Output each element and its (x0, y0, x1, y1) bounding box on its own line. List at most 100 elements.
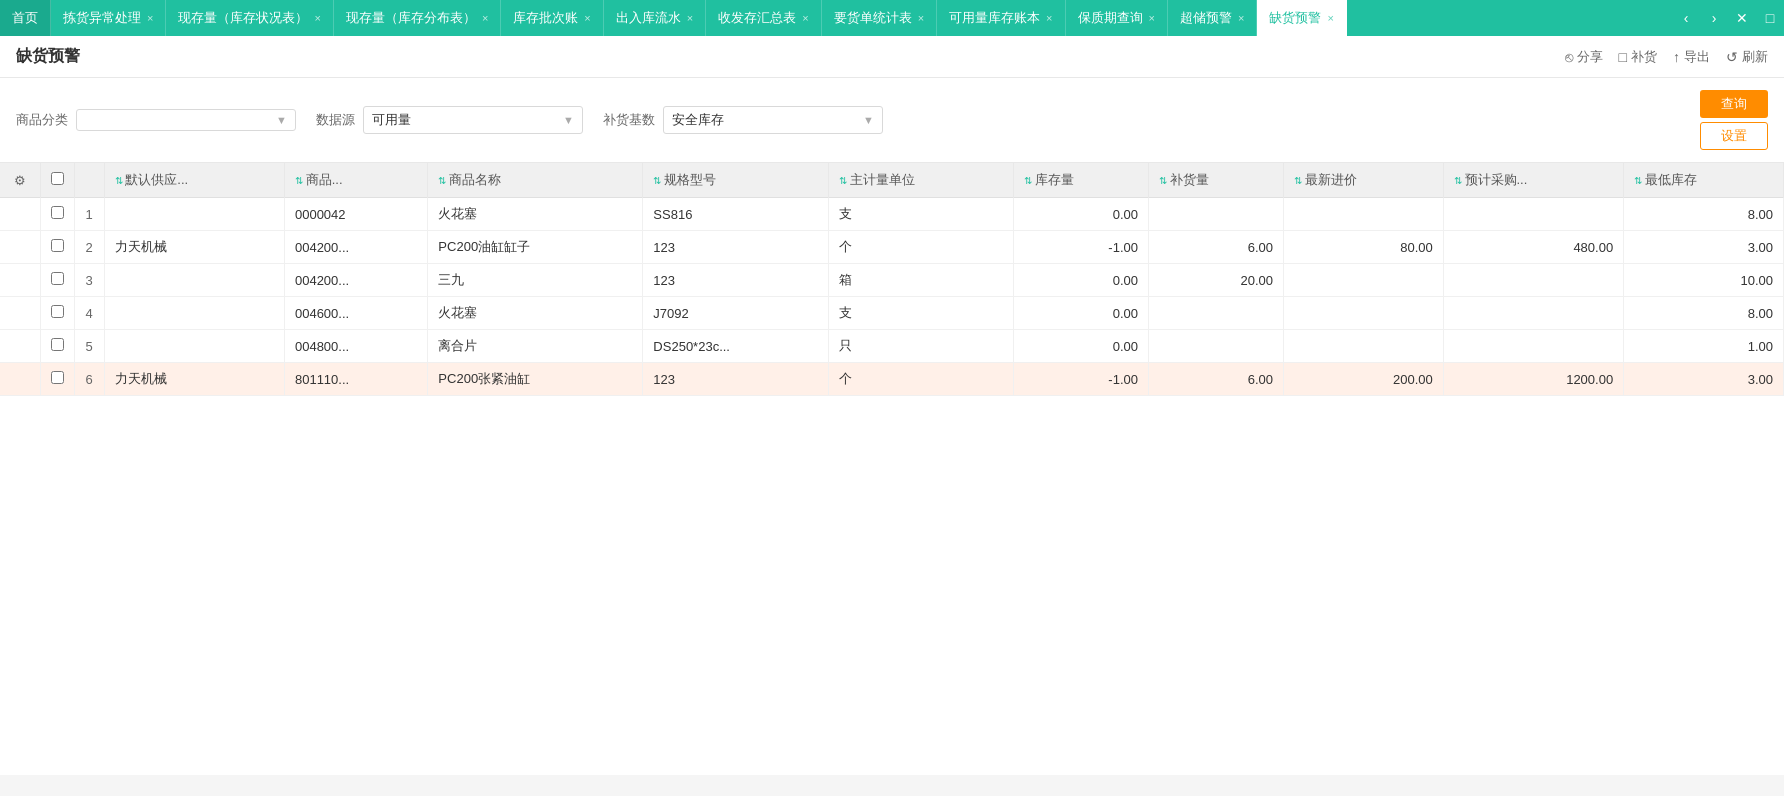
tab-close-btn-4[interactable]: × (584, 12, 590, 24)
row-code-4: 004800... (284, 330, 427, 363)
tab-item-2[interactable]: 现存量（库存状况表）× (166, 0, 333, 36)
col-gear: ⚙ (0, 163, 40, 198)
row-estimated-purchase-2 (1443, 264, 1623, 297)
table-header: ⚙ ⇅ 默认供应... ⇅ 商品... ⇅ 商品名称 (0, 163, 1784, 198)
col-check (40, 163, 74, 198)
row-checkbox-4[interactable] (51, 338, 64, 351)
tab-close-all-button[interactable]: ✕ (1728, 0, 1756, 36)
tab-nav-buttons: ‹ › ✕ □ (1672, 0, 1784, 36)
row-stock-5: -1.00 (1014, 363, 1149, 396)
share-button[interactable]: ⎋ 分享 (1565, 48, 1603, 66)
row-min-stock-0: 8.00 (1624, 198, 1784, 231)
tab-item-1[interactable]: 拣货异常处理× (51, 0, 166, 36)
tab-prev-button[interactable]: ‹ (1672, 0, 1700, 36)
tab-label-8: 可用量库存账本 (949, 9, 1040, 27)
row-check-2[interactable] (40, 264, 74, 297)
tab-maximize-button[interactable]: □ (1756, 0, 1784, 36)
tab-label-11: 缺货预警 (1269, 9, 1321, 27)
select-all-checkbox[interactable] (51, 172, 64, 185)
tab-close-btn-10[interactable]: × (1238, 12, 1244, 24)
tab-item-11[interactable]: 缺货预警 × (1257, 0, 1346, 36)
row-index-5: 6 (74, 363, 104, 396)
export-button[interactable]: ↑ 导出 (1673, 48, 1710, 66)
col-index (74, 163, 104, 198)
row-index-3: 4 (74, 297, 104, 330)
row-min-stock-1: 3.00 (1624, 231, 1784, 264)
col-spec[interactable]: ⇅ 规格型号 (643, 163, 829, 198)
row-checkbox-2[interactable] (51, 272, 64, 285)
row-gear-2 (0, 264, 40, 297)
tab-close-btn-2[interactable]: × (314, 12, 320, 24)
row-check-0[interactable] (40, 198, 74, 231)
col-default-supplier[interactable]: ⇅ 默认供应... (104, 163, 284, 198)
row-check-1[interactable] (40, 231, 74, 264)
tab-close-btn-11[interactable]: × (1327, 12, 1333, 24)
refresh-button[interactable]: ↺ 刷新 (1726, 48, 1768, 66)
tab-item-8[interactable]: 可用量库存账本 × (937, 0, 1065, 36)
tab-item-0[interactable]: 首页 (0, 0, 51, 36)
row-checkbox-1[interactable] (51, 239, 64, 252)
row-gear-5 (0, 363, 40, 396)
tab-item-10[interactable]: 超储预警 × (1168, 0, 1257, 36)
col-unit[interactable]: ⇅ 主计量单位 (829, 163, 1014, 198)
table-row: 2 力天机械 004200... PC200油缸缸子 123 个 -1.00 6… (0, 231, 1784, 264)
col-product-code[interactable]: ⇅ 商品... (284, 163, 427, 198)
datasource-select[interactable]: 可用量 ▼ (363, 106, 583, 134)
table-row: 5 004800... 离合片 DS250*23c... 只 0.00 1.00 (0, 330, 1784, 363)
tab-close-btn-1[interactable]: × (147, 12, 153, 24)
tab-close-btn-7[interactable]: × (918, 12, 924, 24)
row-supplier-1: 力天机械 (104, 231, 284, 264)
settings-button[interactable]: 设置 (1700, 122, 1768, 150)
row-stock-3: 0.00 (1014, 297, 1149, 330)
tab-next-button[interactable]: › (1700, 0, 1728, 36)
row-min-stock-5: 3.00 (1624, 363, 1784, 396)
tab-item-9[interactable]: 保质期查询× (1066, 0, 1168, 36)
table-scroll-area[interactable]: ⚙ ⇅ 默认供应... ⇅ 商品... ⇅ 商品名称 (0, 163, 1784, 775)
row-checkbox-0[interactable] (51, 206, 64, 219)
row-checkbox-5[interactable] (51, 371, 64, 384)
tab-close-btn-8[interactable]: × (1046, 12, 1052, 24)
refresh-label: 刷新 (1742, 48, 1768, 66)
tab-item-4[interactable]: 库存批次账× (501, 0, 603, 36)
tab-close-btn-5[interactable]: × (687, 12, 693, 24)
sort-icon-4: ⇅ (653, 175, 664, 186)
row-replenish-2: 20.00 (1149, 264, 1284, 297)
row-latest-price-2 (1283, 264, 1443, 297)
row-name-2: 三九 (428, 264, 643, 297)
row-unit-3: 支 (829, 297, 1014, 330)
share-icon: ⎋ (1565, 49, 1573, 65)
tab-label-10: 超储预警 (1180, 9, 1232, 27)
tab-close-btn-9[interactable]: × (1149, 12, 1155, 24)
col-estimated-purchase[interactable]: ⇅ 预计采购... (1443, 163, 1623, 198)
col-min-stock[interactable]: ⇅ 最低库存 (1624, 163, 1784, 198)
table-row: 3 004200... 三九 123 箱 0.00 20.00 10.00 (0, 264, 1784, 297)
data-table: ⚙ ⇅ 默认供应... ⇅ 商品... ⇅ 商品名称 (0, 163, 1784, 396)
col-latest-price[interactable]: ⇅ 最新进价 (1283, 163, 1443, 198)
tab-item-5[interactable]: 出入库流水× (604, 0, 706, 36)
row-spec-5: 123 (643, 363, 829, 396)
gear-icon[interactable]: ⚙ (14, 173, 26, 188)
main-content: 缺货预警 ⎋ 分享 □ 补货 ↑ 导出 ↺ 刷新 商品分类 (0, 36, 1784, 775)
tab-item-6[interactable]: 收发存汇总表× (706, 0, 821, 36)
tab-close-btn-6[interactable]: × (802, 12, 808, 24)
row-check-5[interactable] (40, 363, 74, 396)
datasource-filter-group: 数据源 可用量 ▼ (316, 106, 583, 134)
col-stock[interactable]: ⇅ 库存量 (1014, 163, 1149, 198)
row-check-4[interactable] (40, 330, 74, 363)
replenish-base-select[interactable]: 安全库存 ▼ (663, 106, 883, 134)
row-check-3[interactable] (40, 297, 74, 330)
replenish-label: 补货 (1631, 48, 1657, 66)
col-product-name[interactable]: ⇅ 商品名称 (428, 163, 643, 198)
row-index-2: 3 (74, 264, 104, 297)
replenish-icon: □ (1619, 49, 1627, 65)
row-spec-1: 123 (643, 231, 829, 264)
col-replenish[interactable]: ⇅ 补货量 (1149, 163, 1284, 198)
row-estimated-purchase-5: 1200.00 (1443, 363, 1623, 396)
query-button[interactable]: 查询 (1700, 90, 1768, 118)
replenish-button[interactable]: □ 补货 (1619, 48, 1657, 66)
category-select[interactable]: ▼ (76, 109, 296, 131)
row-checkbox-3[interactable] (51, 305, 64, 318)
tab-close-btn-3[interactable]: × (482, 12, 488, 24)
tab-item-3[interactable]: 现存量（库存分布表）× (334, 0, 501, 36)
tab-item-7[interactable]: 要货单统计表× (822, 0, 937, 36)
